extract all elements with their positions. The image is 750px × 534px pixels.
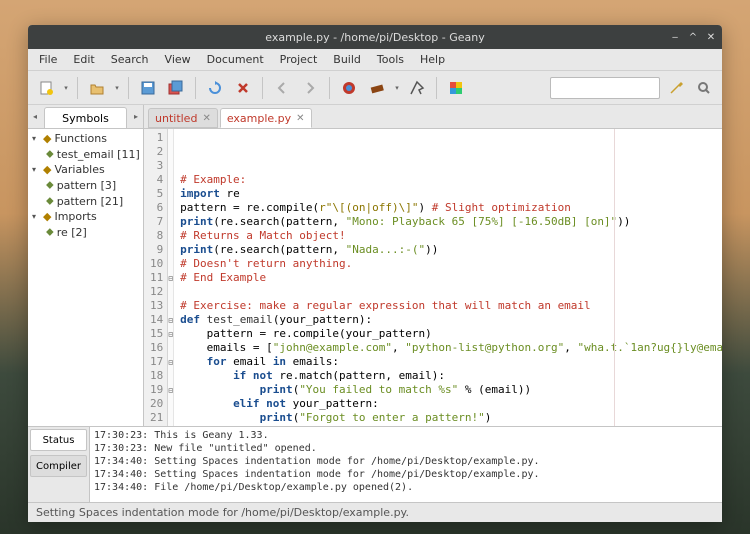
message-panel: Status Compiler 17:30:23: This is Geany 1… [28,426,722,502]
file-tab-label: untitled [155,112,197,125]
build-dropdown-icon[interactable]: ▾ [393,84,401,92]
line-number-gutter: 1234567891011121314151617181920212223 [144,129,168,426]
menu-view[interactable]: View [158,51,198,68]
toolbar: ▾ ▾ ▾ [28,71,722,105]
file-tab-bar: untitled ✕ example.py ✕ [144,105,722,129]
fold-marker-icon [168,411,173,425]
menu-build[interactable]: Build [326,51,368,68]
tree-group[interactable]: ▾◆Functions [28,131,143,146]
log-line: 17:34:40: File /home/pi/Desktop/example.… [94,481,718,494]
sidebar-nav-right-icon[interactable]: ▸ [129,105,143,128]
minimize-icon[interactable]: ‒ [670,32,680,42]
code-editor[interactable]: 1234567891011121314151617181920212223 ⊟⊟… [144,129,722,426]
compile-icon[interactable] [337,76,361,100]
fold-marker-icon [168,173,173,187]
statusbar: Setting Spaces indentation mode for /hom… [28,502,722,522]
menu-edit[interactable]: Edit [66,51,101,68]
expand-icon[interactable]: ▾ [32,212,40,221]
log-line: 17:30:23: This is Geany 1.33. [94,429,718,442]
message-tab-compiler[interactable]: Compiler [30,455,87,477]
tree-group[interactable]: ▾◆Variables [28,162,143,177]
fold-marker-icon [168,341,173,355]
save-all-icon[interactable] [164,76,188,100]
tree-item[interactable]: ⬥pattern [3] [28,177,143,193]
log-line: 17:30:23: New file "untitled" opened. [94,442,718,455]
fold-marker-icon [168,285,173,299]
message-tab-status[interactable]: Status [30,429,87,451]
code-content[interactable]: # Example:import repattern = re.compile(… [174,129,722,426]
file-tab[interactable]: untitled ✕ [148,108,218,128]
fold-marker-icon [168,187,173,201]
fold-marker-icon [168,159,173,173]
fold-marker-icon [168,397,173,411]
fold-marker-icon [168,243,173,257]
fold-marker-icon [168,257,173,271]
menu-search[interactable]: Search [104,51,156,68]
run-icon[interactable] [405,76,429,100]
status-text: Setting Spaces indentation mode for /hom… [36,506,409,519]
menubar: File Edit Search View Document Project B… [28,49,722,71]
menu-tools[interactable]: Tools [370,51,411,68]
app-window: example.py - /home/pi/Desktop - Geany ‒ … [28,25,722,522]
fold-marker-icon [168,299,173,313]
tree-item[interactable]: ⬥pattern [21] [28,193,143,209]
fold-marker-icon[interactable]: ⊟ [168,313,173,327]
expand-icon[interactable]: ▾ [32,165,40,174]
fold-marker-icon[interactable]: ⊟ [168,327,173,341]
fold-marker-icon [168,145,173,159]
fold-marker-icon [168,215,173,229]
new-file-dropdown-icon[interactable]: ▾ [62,84,70,92]
menu-project[interactable]: Project [273,51,325,68]
build-icon[interactable] [365,76,389,100]
search-button-icon[interactable] [692,76,716,100]
menu-document[interactable]: Document [200,51,271,68]
close-tab-icon[interactable]: ✕ [202,113,210,124]
back-icon[interactable] [270,76,294,100]
search-clear-icon[interactable] [664,76,688,100]
tree-item[interactable]: ⬥re [2] [28,224,143,240]
log-line: 17:34:40: Setting Spaces indentation mod… [94,455,718,468]
right-margin-guide [614,129,615,426]
menu-help[interactable]: Help [413,51,452,68]
sidebar-nav-left-icon[interactable]: ◂ [28,105,42,128]
open-icon[interactable] [85,76,109,100]
maximize-icon[interactable]: ^ [688,32,698,42]
close-tab-icon[interactable]: ✕ [296,113,304,124]
message-panel-content[interactable]: 17:30:23: This is Geany 1.33.17:30:23: N… [90,427,722,502]
close-window-icon[interactable]: ✕ [706,32,716,42]
sidebar-tab-symbols[interactable]: Symbols [44,107,127,128]
fold-marker-icon[interactable]: ⊟ [168,355,173,369]
fold-marker-icon [168,425,173,426]
reload-icon[interactable] [203,76,227,100]
menu-file[interactable]: File [32,51,64,68]
forward-icon[interactable] [298,76,322,100]
close-file-icon[interactable] [231,76,255,100]
color-picker-icon[interactable] [444,76,468,100]
fold-marker-icon [168,369,173,383]
search-input[interactable] [550,77,660,99]
symbol-tree[interactable]: ▾◆Functions⬥test_email [11]▾◆Variables⬥p… [28,129,143,426]
tree-item[interactable]: ⬥test_email [11] [28,146,143,162]
fold-marker-icon[interactable]: ⊟ [168,383,173,397]
open-dropdown-icon[interactable]: ▾ [113,84,121,92]
file-tab[interactable]: example.py ✕ [220,108,312,128]
fold-marker-icon [168,229,173,243]
titlebar[interactable]: example.py - /home/pi/Desktop - Geany ‒ … [28,25,722,49]
new-file-icon[interactable] [34,76,58,100]
expand-icon[interactable]: ▾ [32,134,40,143]
fold-marker-icon [168,131,173,145]
fold-marker-icon [168,201,173,215]
fold-marker-icon[interactable]: ⊟ [168,271,173,285]
window-title: example.py - /home/pi/Desktop - Geany [265,31,484,44]
tree-group[interactable]: ▾◆Imports [28,209,143,224]
file-tab-label: example.py [227,112,291,125]
log-line: 17:34:40: Setting Spaces indentation mod… [94,468,718,481]
save-icon[interactable] [136,76,160,100]
sidebar: ◂ Symbols ▸ ▾◆Functions⬥test_email [11]▾… [28,105,144,426]
